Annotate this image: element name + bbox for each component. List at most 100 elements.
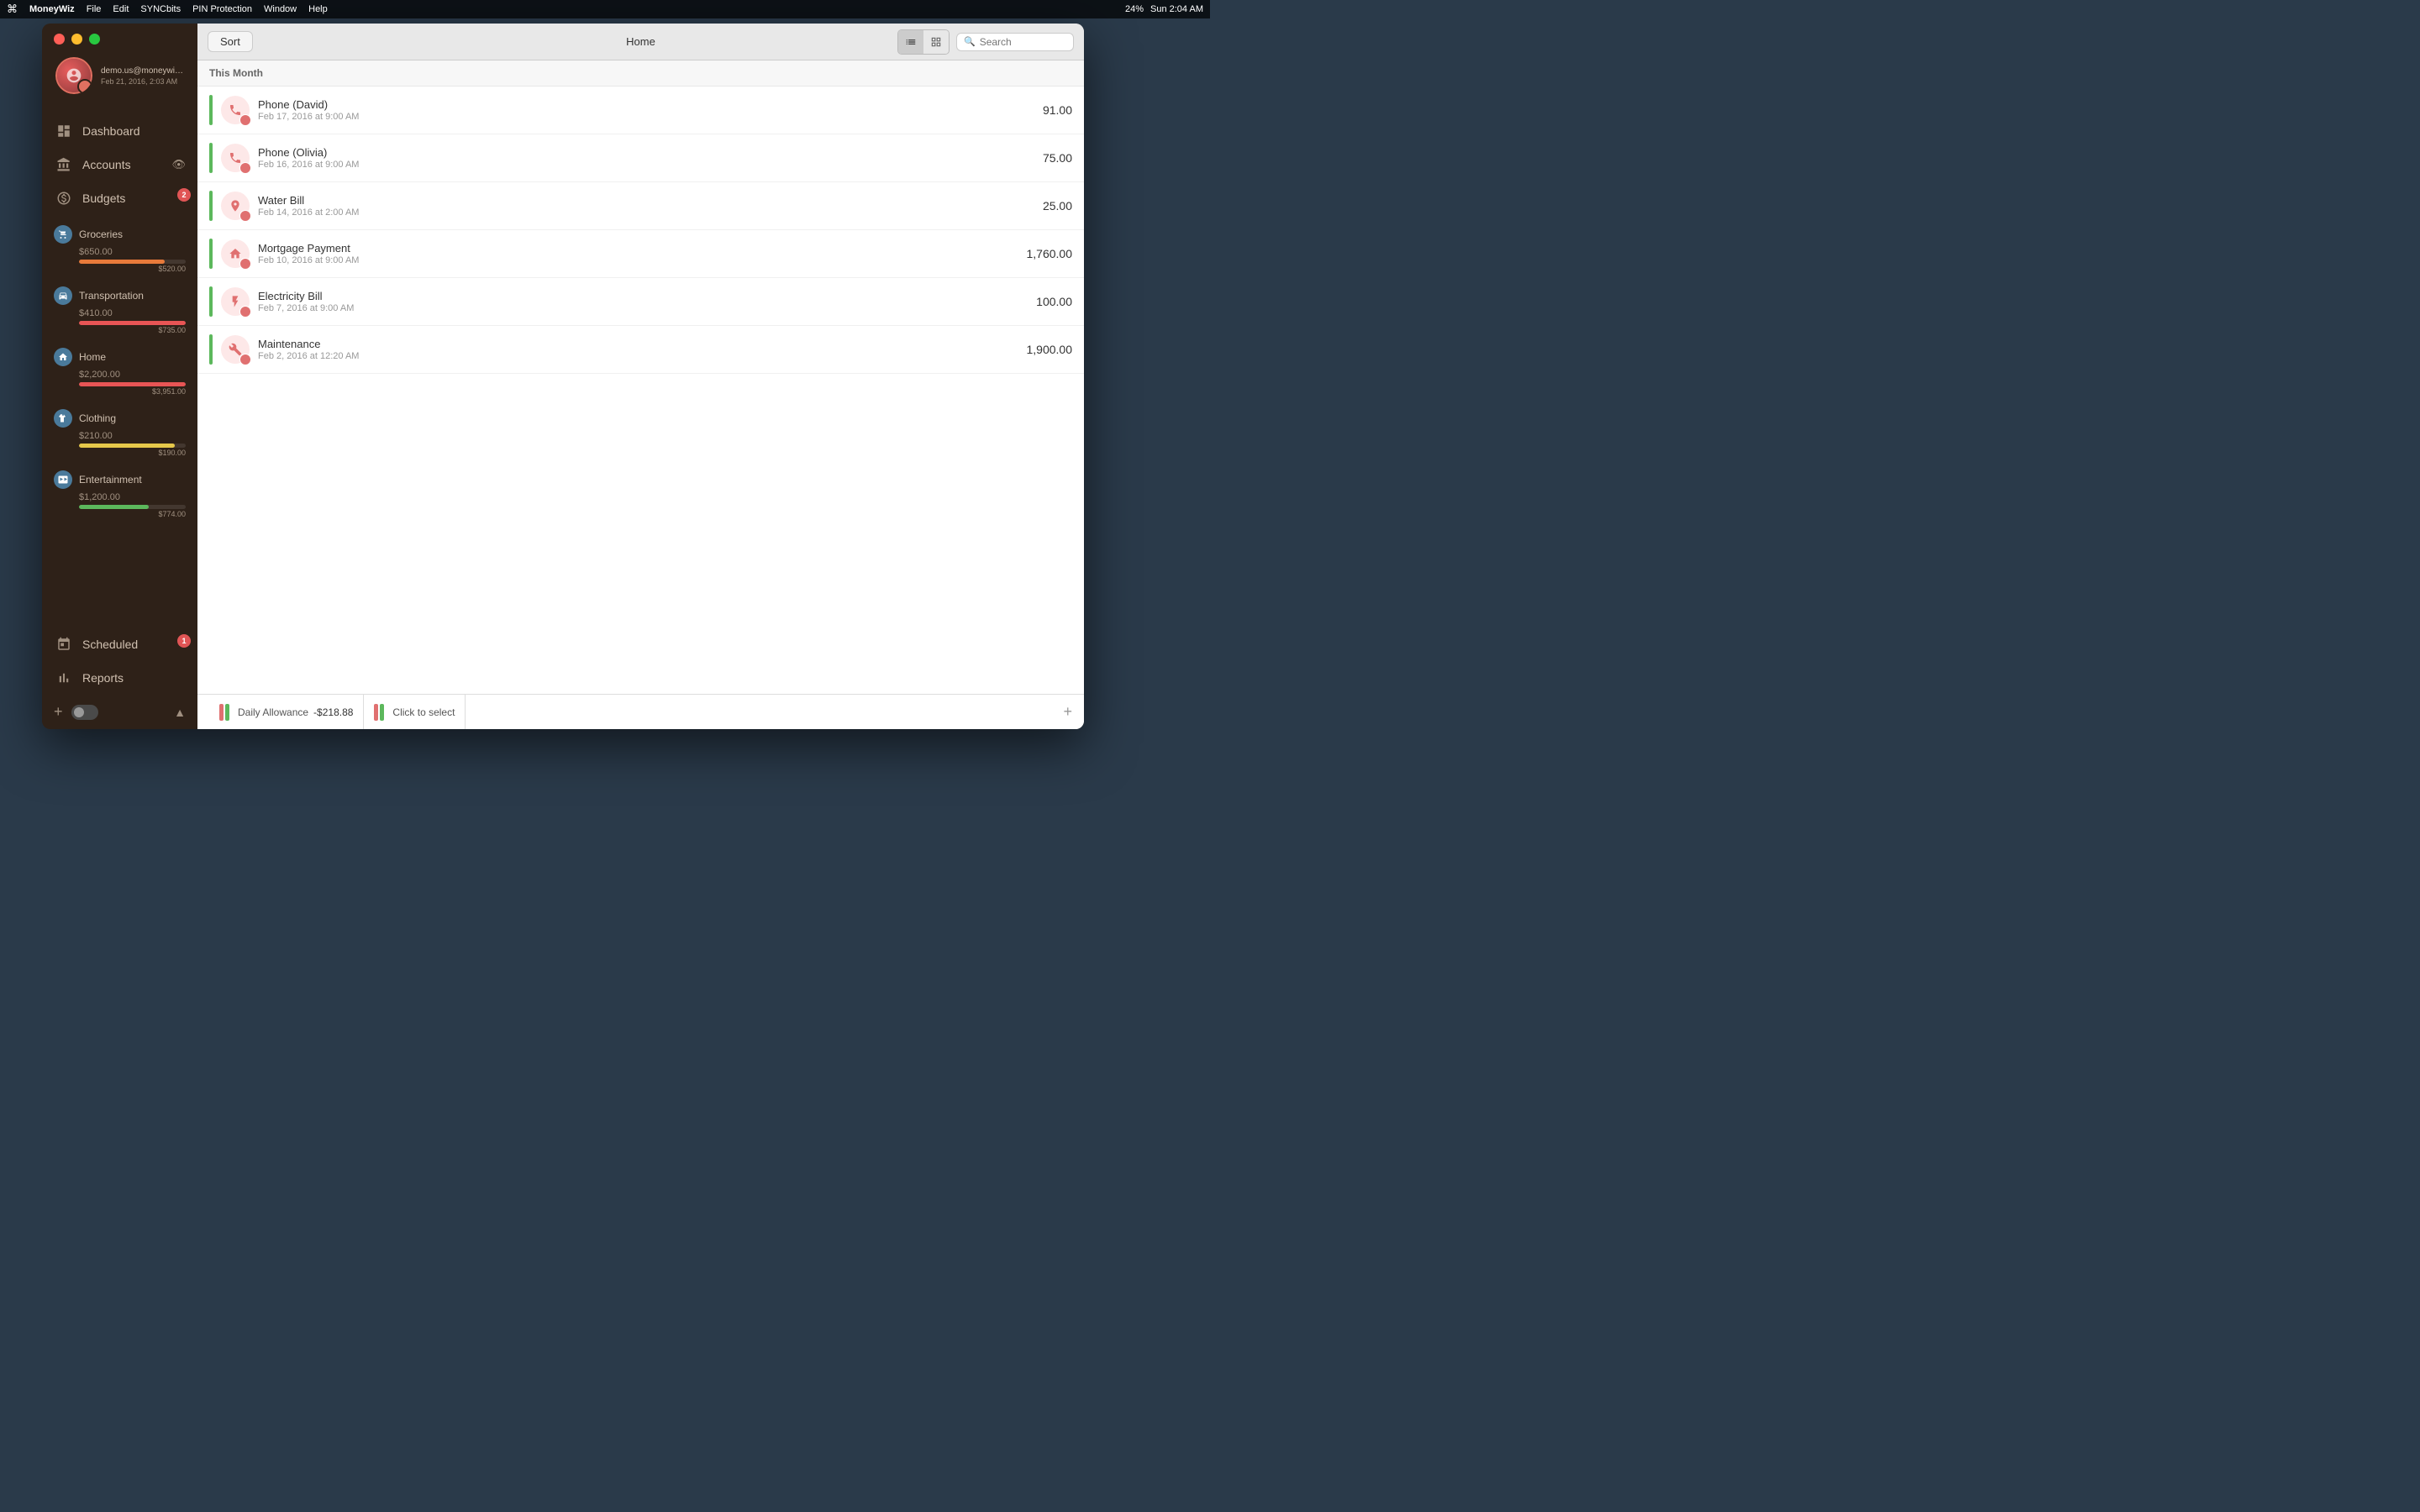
maximize-button[interactable] bbox=[89, 34, 100, 45]
apple-menu[interactable]: ⌘ bbox=[7, 3, 18, 16]
profile-date: Feb 21, 2016, 2:03 AM bbox=[101, 77, 184, 86]
location-icon bbox=[229, 199, 242, 213]
tx-info-maintenance: Maintenance Feb 2, 2016 at 12:20 AM bbox=[258, 338, 1018, 361]
sidebar-item-reports[interactable]: Reports bbox=[42, 661, 197, 695]
tx-icon-electricity bbox=[221, 287, 250, 316]
tx-icon-mortgage bbox=[221, 239, 250, 268]
table-row[interactable]: Phone (Olivia) Feb 16, 2016 at 9:00 AM 7… bbox=[197, 134, 1084, 182]
clothing-bar-fill bbox=[79, 444, 175, 448]
tx-name: Phone (David) bbox=[258, 98, 1034, 111]
menu-file[interactable]: File bbox=[87, 4, 102, 14]
color-strip-green bbox=[225, 704, 229, 721]
app-name[interactable]: MoneyWiz bbox=[29, 4, 75, 14]
tx-amount: 100.00 bbox=[1036, 295, 1072, 308]
budget-item-transportation[interactable]: Transportation $410.00 $735.00 bbox=[42, 280, 197, 341]
sort-button[interactable]: Sort bbox=[208, 31, 253, 52]
tx-icon-water bbox=[221, 192, 250, 220]
sidebar-item-scheduled[interactable]: Scheduled 1 bbox=[42, 627, 197, 661]
menu-window[interactable]: Window bbox=[264, 4, 297, 14]
dashboard-icon bbox=[55, 123, 72, 139]
home-icon bbox=[229, 247, 242, 260]
table-row[interactable]: Water Bill Feb 14, 2016 at 2:00 AM 25.00 bbox=[197, 182, 1084, 230]
clothing-name: Clothing bbox=[79, 412, 116, 424]
home-name: Home bbox=[79, 351, 106, 363]
accounts-label: Accounts bbox=[82, 158, 131, 171]
menubar-right: 24% Sun 2:04 AM bbox=[1125, 4, 1203, 14]
transportation-bar-label: $735.00 bbox=[54, 326, 186, 334]
battery-level: 24% bbox=[1125, 4, 1144, 14]
reports-label: Reports bbox=[82, 671, 124, 685]
menu-edit[interactable]: Edit bbox=[113, 4, 129, 14]
tx-info-water: Water Bill Feb 14, 2016 at 2:00 AM bbox=[258, 194, 1034, 218]
tx-indicator bbox=[209, 95, 213, 125]
budgets-label: Budgets bbox=[82, 192, 125, 205]
table-row[interactable]: Electricity Bill Feb 7, 2016 at 9:00 AM … bbox=[197, 278, 1084, 326]
daily-allowance-label: Daily Allowance bbox=[238, 706, 308, 718]
tx-name: Maintenance bbox=[258, 338, 1018, 350]
daily-allowance-item: Daily Allowance -$218.88 bbox=[209, 695, 364, 729]
toggle-switch[interactable] bbox=[71, 705, 98, 720]
accounts-icon bbox=[55, 156, 72, 173]
bottom-bar: Daily Allowance -$218.88 Click to select… bbox=[197, 694, 1084, 729]
minimize-button[interactable] bbox=[71, 34, 82, 45]
tx-date: Feb 2, 2016 at 12:20 AM bbox=[258, 351, 1018, 361]
main-content: Sort Home 🔍 This Month bbox=[197, 24, 1084, 729]
add-button[interactable]: + bbox=[54, 703, 63, 721]
tx-name: Water Bill bbox=[258, 194, 1034, 207]
home-bar-fill bbox=[79, 382, 186, 386]
tx-info-phone-david: Phone (David) Feb 17, 2016 at 9:00 AM bbox=[258, 98, 1034, 122]
menubar-left: ⌘ MoneyWiz File Edit SYNCbits PIN Protec… bbox=[7, 3, 328, 16]
search-input[interactable] bbox=[980, 36, 1066, 48]
clothing-amount: $210.00 bbox=[79, 431, 186, 441]
click-to-select-item[interactable]: Click to select bbox=[364, 695, 466, 729]
click-to-select-label[interactable]: Click to select bbox=[392, 706, 455, 718]
table-row[interactable]: Phone (David) Feb 17, 2016 at 9:00 AM 91… bbox=[197, 87, 1084, 134]
menu-pin[interactable]: PIN Protection bbox=[192, 4, 252, 14]
tx-info-phone-olivia: Phone (Olivia) Feb 16, 2016 at 9:00 AM bbox=[258, 146, 1034, 170]
reports-icon bbox=[55, 669, 72, 686]
grid-view-button[interactable] bbox=[923, 30, 949, 54]
tx-date: Feb 7, 2016 at 9:00 AM bbox=[258, 303, 1028, 313]
tx-icon-phone-david bbox=[221, 96, 250, 124]
sidebar-item-dashboard[interactable]: Dashboard bbox=[42, 114, 197, 148]
app-window: demo.us@moneywizapp.c... Feb 21, 2016, 2… bbox=[42, 24, 1084, 729]
transaction-list: This Month Phone (David) Feb 17, 2016 at… bbox=[197, 60, 1084, 694]
sidebar-item-budgets[interactable]: Budgets 2 bbox=[42, 181, 197, 215]
tx-date: Feb 17, 2016 at 9:00 AM bbox=[258, 112, 1034, 122]
toolbar-center-label: Home bbox=[626, 35, 655, 48]
color-strip-red2 bbox=[374, 704, 378, 721]
menu-syncbits[interactable]: SYNCbits bbox=[140, 4, 181, 14]
sidebar-item-accounts[interactable]: Accounts 👁 bbox=[42, 148, 197, 181]
tx-icon-maintenance bbox=[221, 335, 250, 364]
collapse-button[interactable]: ▲ bbox=[174, 706, 186, 719]
transportation-bar bbox=[79, 321, 186, 325]
view-toggle bbox=[897, 29, 950, 55]
home-budget-icon bbox=[54, 348, 72, 366]
search-box: 🔍 bbox=[956, 33, 1074, 51]
tx-date: Feb 14, 2016 at 2:00 AM bbox=[258, 207, 1034, 218]
budget-item-entertainment[interactable]: Entertainment $1,200.00 $774.00 bbox=[42, 464, 197, 525]
app-body: demo.us@moneywizapp.c... Feb 21, 2016, 2… bbox=[42, 24, 1084, 729]
entertainment-amount: $1,200.00 bbox=[79, 492, 186, 502]
eye-icon[interactable]: 👁 bbox=[171, 158, 186, 171]
close-button[interactable] bbox=[54, 34, 65, 45]
tx-indicator bbox=[209, 191, 213, 221]
list-view-button[interactable] bbox=[898, 30, 923, 54]
tx-indicator bbox=[209, 143, 213, 173]
groceries-bar-label: $520.00 bbox=[54, 265, 186, 273]
budgets-icon bbox=[55, 190, 72, 207]
tx-amount: 25.00 bbox=[1043, 199, 1072, 213]
home-bar-label: $3,951.00 bbox=[54, 387, 186, 396]
menu-help[interactable]: Help bbox=[308, 4, 328, 14]
clothing-bar bbox=[79, 444, 186, 448]
table-row[interactable]: Mortgage Payment Feb 10, 2016 at 9:00 AM… bbox=[197, 230, 1084, 278]
budget-item-clothing[interactable]: Clothing $210.00 $190.00 bbox=[42, 402, 197, 464]
daily-allowance-value: -$218.88 bbox=[313, 706, 353, 718]
groceries-amount: $650.00 bbox=[79, 247, 186, 257]
budget-item-groceries[interactable]: Groceries $650.00 $520.00 bbox=[42, 218, 197, 280]
budget-item-home[interactable]: Home $2,200.00 $3,951.00 bbox=[42, 341, 197, 402]
profile-section: demo.us@moneywizapp.c... Feb 21, 2016, 2… bbox=[42, 57, 197, 114]
add-transaction-button[interactable]: + bbox=[1063, 703, 1072, 721]
table-row[interactable]: Maintenance Feb 2, 2016 at 12:20 AM 1,90… bbox=[197, 326, 1084, 374]
tx-amount: 1,900.00 bbox=[1027, 343, 1073, 356]
